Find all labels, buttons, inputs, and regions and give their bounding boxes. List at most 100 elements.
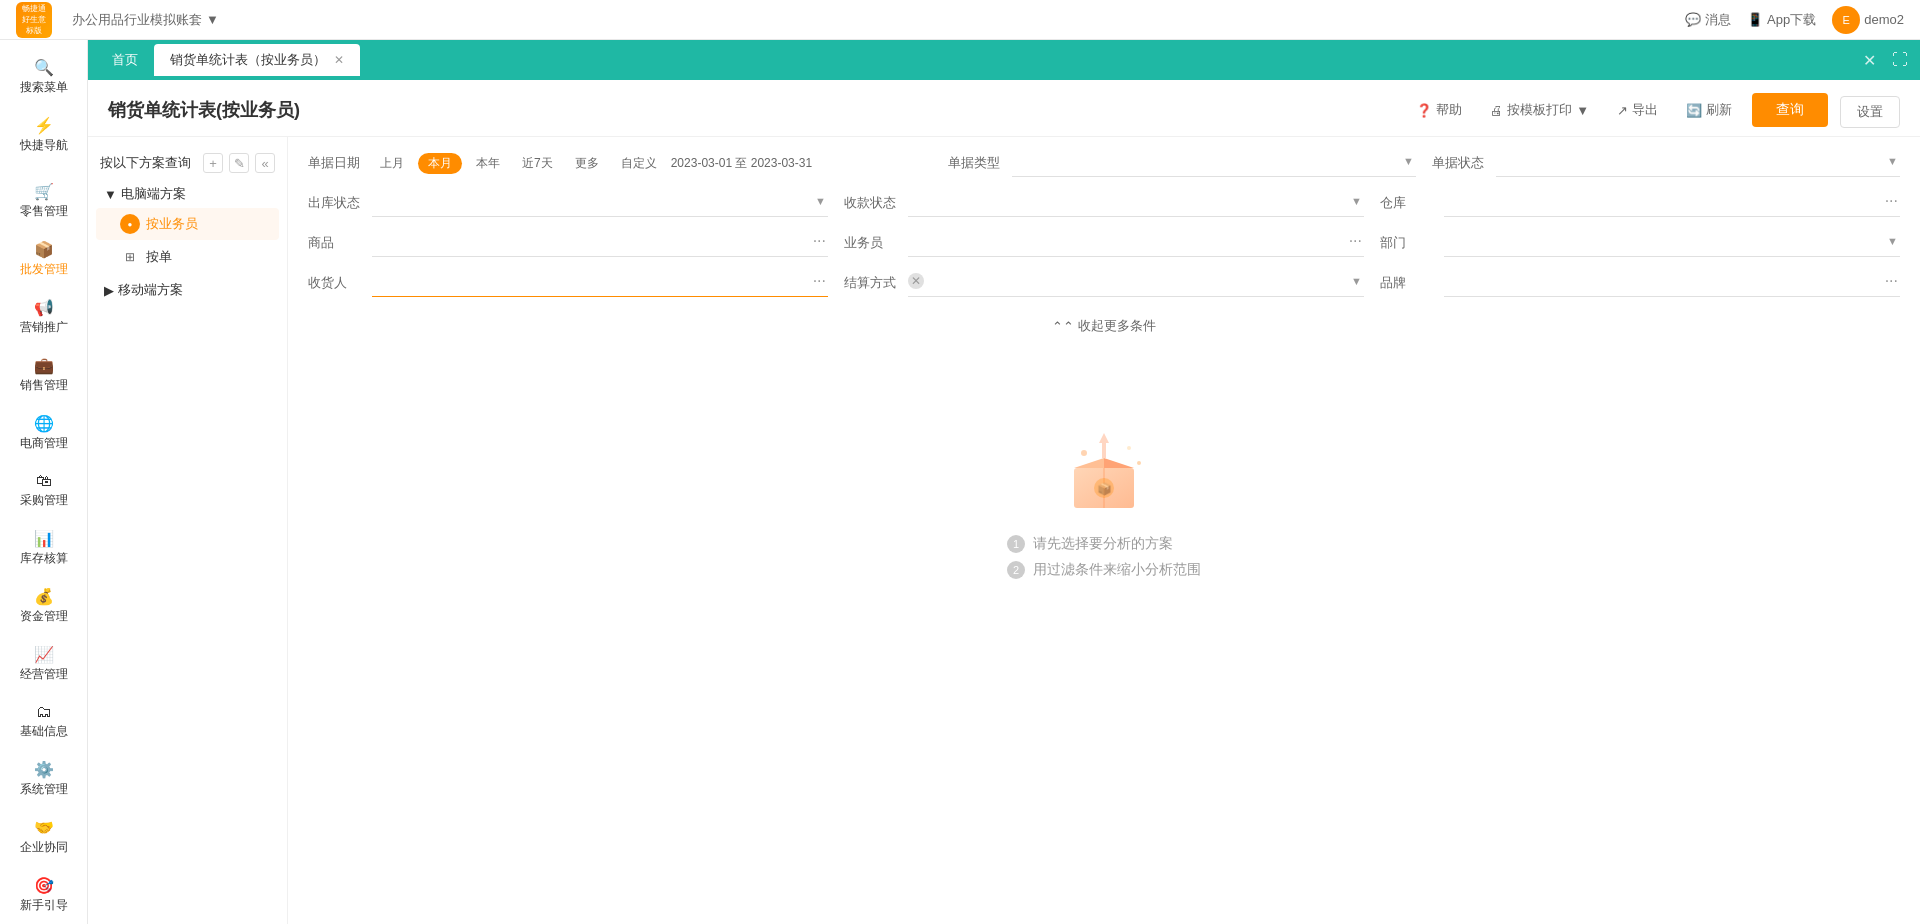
out-status-filter-item: 出库状态 ▼ <box>308 189 828 217</box>
page-actions: ❓ 帮助 🖨 按模板打印 ▼ ↗ 导出 <box>1408 92 1900 128</box>
add-scheme-btn[interactable]: + <box>203 153 223 173</box>
sidebar-item-basic-info[interactable]: 🗂 基础信息 <box>0 693 87 750</box>
date-label: 单据日期 <box>308 154 364 172</box>
wholesale-icon: 📦 <box>34 240 54 259</box>
refresh-btn[interactable]: 🔄 刷新 <box>1678 97 1740 123</box>
step1-number: 1 <box>1007 535 1025 553</box>
filter-row-1: 单据日期 上月 本月 本年 近7天 更多 自定义 2023-03-01 至 20… <box>308 149 1900 177</box>
user-avatar: E <box>1832 6 1860 34</box>
sidebar-item-ecommerce[interactable]: 🌐 电商管理 <box>0 404 87 462</box>
sidebar-item-operations[interactable]: 📈 经营管理 <box>0 635 87 693</box>
tab-maximize-btn[interactable]: ⛶ <box>1888 47 1912 73</box>
date-btn-last-7d[interactable]: 近7天 <box>514 153 561 174</box>
settlement-arrow-icon: ▼ <box>1351 275 1362 287</box>
collapse-filters-btn[interactable]: ⌃⌃ 收起更多条件 <box>308 309 1900 343</box>
doc-status-filter-item: 单据状态 ▼ <box>1432 149 1900 177</box>
edit-scheme-btn[interactable]: ✎ <box>229 153 249 173</box>
app-dropdown-arrow: ▼ <box>206 12 219 27</box>
desktop-scheme-category[interactable]: ▼ 电脑端方案 <box>96 181 279 207</box>
empty-step-2: 2 用过滤条件来缩小分析范围 <box>1007 561 1201 579</box>
svg-point-6 <box>1081 450 1087 456</box>
goods-control[interactable]: ··· <box>372 229 828 257</box>
sidebar-item-finance[interactable]: 💰 资金管理 <box>0 577 87 635</box>
out-status-label: 出库状态 <box>308 194 364 212</box>
app-download-btn[interactable]: 📱 App下载 <box>1747 11 1816 29</box>
settlement-control[interactable]: ✕ ▼ <box>908 269 1364 297</box>
warehouse-control[interactable]: ··· <box>1444 189 1900 217</box>
sidebar-item-purchase[interactable]: 🛍 采购管理 <box>0 462 87 519</box>
consignee-control[interactable]: ··· <box>372 269 828 297</box>
mobile-scheme-category[interactable]: ▶ 移动端方案 <box>96 277 279 303</box>
receipt-status-control[interactable]: ▼ <box>908 189 1364 217</box>
finance-icon: 💰 <box>34 587 54 606</box>
left-panel-title: 按以下方案查询 <box>100 154 191 172</box>
svg-marker-1 <box>1074 458 1104 468</box>
out-status-control[interactable]: ▼ <box>372 189 828 217</box>
scheme-by-order[interactable]: ⊞ 按单 <box>96 241 279 273</box>
doc-status-label: 单据状态 <box>1432 154 1488 172</box>
sidebar-item-marketing[interactable]: 📢 营销推广 <box>0 288 87 346</box>
dept-filter-item: 部门 ▼ <box>1380 229 1900 257</box>
app-logo: 畅捷通好生意标版 <box>16 2 52 38</box>
sidebar-item-quick-nav[interactable]: ⚡ 快捷导航 <box>0 106 87 164</box>
doc-status-arrow-icon: ▼ <box>1887 155 1898 167</box>
export-btn[interactable]: ↗ 导出 <box>1609 97 1666 123</box>
brand-control[interactable]: ··· <box>1444 269 1900 297</box>
settlement-clear-btn[interactable]: ✕ <box>908 273 924 289</box>
retail-icon: 🛒 <box>34 182 54 201</box>
date-range-display: 2023-03-01 至 2023-03-31 <box>671 155 812 172</box>
tab-close-window-btn[interactable]: ✕ <box>1859 47 1880 74</box>
brand-dots-icon: ··· <box>1885 272 1898 290</box>
export-icon: ↗ <box>1617 103 1628 118</box>
svg-point-8 <box>1137 461 1141 465</box>
sidebar-item-sales[interactable]: 💼 销售管理 <box>0 346 87 404</box>
date-btn-custom[interactable]: 自定义 <box>613 153 665 174</box>
staff-filter-item: 业务员 ··· <box>844 229 1364 257</box>
message-btn[interactable]: 💬 消息 <box>1685 11 1731 29</box>
left-panel: 按以下方案查询 + ✎ « <box>88 137 288 924</box>
date-btn-last-month[interactable]: 上月 <box>372 153 412 174</box>
sidebar-item-inventory[interactable]: 📊 库存核算 <box>0 519 87 577</box>
user-profile[interactable]: E demo2 <box>1832 6 1904 34</box>
page-title: 销货单统计表(按业务员) <box>108 98 300 122</box>
sidebar-item-corp-collab[interactable]: 🤝 企业协同 <box>0 808 87 866</box>
tab-home[interactable]: 首页 <box>96 44 154 76</box>
doc-type-control[interactable]: ▼ <box>1012 149 1416 177</box>
page-header: 销货单统计表(按业务员) ❓ 帮助 🖨 按模板打印 ▼ <box>88 80 1920 137</box>
date-btn-more[interactable]: 更多 <box>567 153 607 174</box>
operations-icon: 📈 <box>34 645 54 664</box>
sidebar-item-wholesale[interactable]: 📦 批发管理 <box>0 230 87 288</box>
marketing-icon: 📢 <box>34 298 54 317</box>
app-title-label: 办公用品行业模拟账套 <box>72 11 202 29</box>
phone-icon: 📱 <box>1747 12 1763 27</box>
empty-step-1: 1 请先选择要分析的方案 <box>1007 535 1173 553</box>
query-button[interactable]: 查询 <box>1752 93 1828 127</box>
date-btn-this-year[interactable]: 本年 <box>468 153 508 174</box>
sidebar-item-search-menu[interactable]: 🔍 搜索菜单 <box>0 48 87 106</box>
warehouse-filter-item: 仓库 ··· <box>1380 189 1900 217</box>
app-selector[interactable]: 办公用品行业模拟账套 ▼ <box>72 11 219 29</box>
staff-control[interactable]: ··· <box>908 229 1364 257</box>
message-icon: 💬 <box>1685 12 1701 27</box>
refresh-icon: 🔄 <box>1686 103 1702 118</box>
date-btn-this-month[interactable]: 本月 <box>418 153 462 174</box>
sidebar-item-new-guide[interactable]: 🎯 新手引导 <box>0 866 87 924</box>
sidebar-item-retail[interactable]: 🛒 零售管理 <box>0 172 87 230</box>
help-btn[interactable]: ❓ 帮助 <box>1408 97 1470 123</box>
tab-sales-stats[interactable]: 销货单统计表（按业务员） ✕ <box>154 44 360 76</box>
sidebar-item-system[interactable]: ⚙️ 系统管理 <box>0 750 87 808</box>
template-print-btn[interactable]: 🖨 按模板打印 ▼ <box>1482 97 1597 123</box>
collapse-panel-btn[interactable]: « <box>255 153 275 173</box>
scheme-by-staff[interactable]: ● 按业务员 <box>96 208 279 240</box>
help-icon: ❓ <box>1416 103 1432 118</box>
settings-button[interactable]: 设置 <box>1840 96 1900 128</box>
doc-status-control[interactable]: ▼ <box>1496 149 1900 177</box>
collapse-chevron-icon: ⌃⌃ <box>1052 319 1074 334</box>
tab-close-btn[interactable]: ✕ <box>334 53 344 67</box>
tab-bar: 首页 销货单统计表（按业务员） ✕ ✕ ⛶ <box>88 40 1920 80</box>
active-scheme-dot: ● <box>120 214 140 234</box>
dept-control[interactable]: ▼ <box>1444 229 1900 257</box>
goods-dots-icon: ··· <box>813 232 826 250</box>
purchase-icon: 🛍 <box>36 472 52 490</box>
consignee-dots-icon: ··· <box>813 272 826 290</box>
